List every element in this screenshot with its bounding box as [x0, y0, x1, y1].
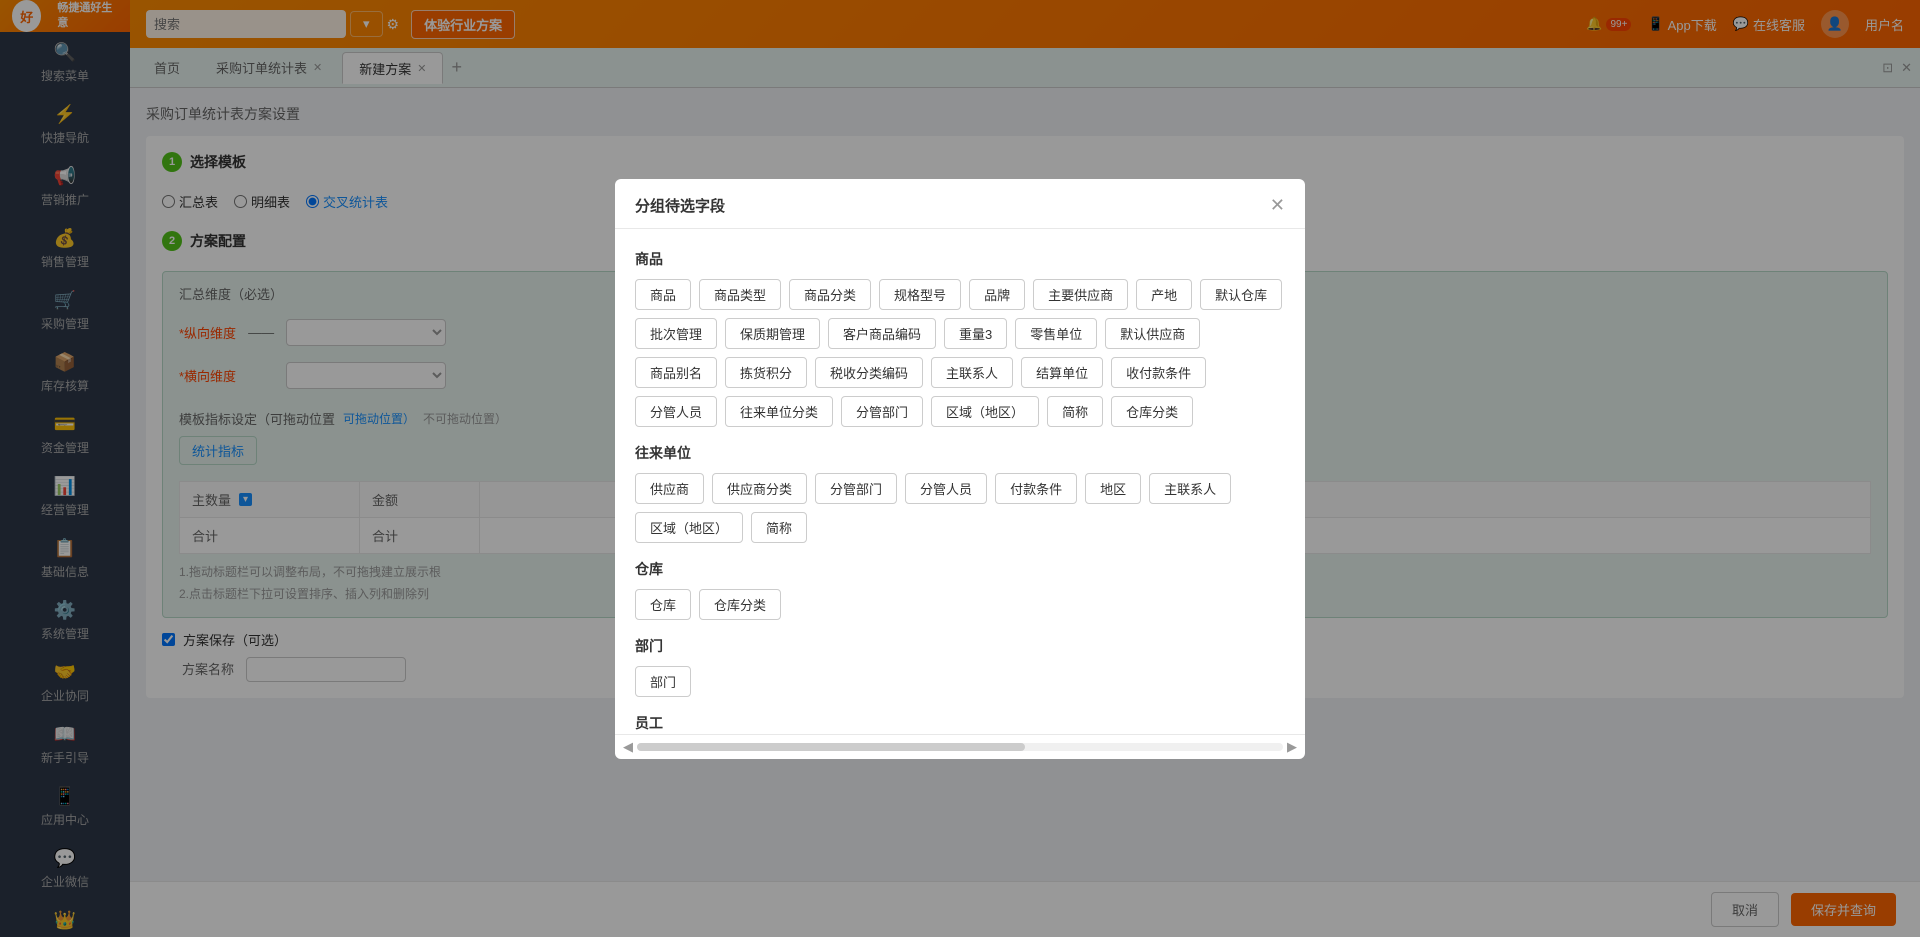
field-tag-brand[interactable]: 品牌 — [969, 279, 1025, 310]
modal-title: 分组待选字段 — [635, 195, 725, 216]
modal-dialog: 分组待选字段 ✕ 商品商品商品类型商品分类规格型号品牌主要供应商产地默认仓库批次… — [615, 179, 1305, 759]
field-tag-payment-terms[interactable]: 收付款条件 — [1111, 357, 1206, 388]
tag-grid-partner: 供应商供应商分类分管部门分管人员付款条件地区主联系人区域（地区） 简称 — [635, 473, 1285, 543]
field-tag-region3[interactable]: 区域（地区） — [635, 512, 743, 543]
field-tag-region[interactable]: 区域（地区） — [931, 396, 1039, 427]
field-tag-manage-dept[interactable]: 分管部门 — [841, 396, 923, 427]
modal-close-icon[interactable]: ✕ — [1270, 195, 1285, 216]
field-tag-goods-category[interactable]: 商品分类 — [789, 279, 871, 310]
field-tag-goods-type[interactable]: 商品类型 — [699, 279, 781, 310]
field-tag-supplier[interactable]: 供应商 — [635, 473, 704, 504]
scroll-thumb — [637, 743, 1025, 751]
field-tag-short-name2[interactable]: 简称 — [751, 512, 807, 543]
tag-grid-dept: 部门 — [635, 666, 1285, 697]
field-tag-short-name[interactable]: 简称 — [1047, 396, 1103, 427]
field-tag-default-supplier[interactable]: 默认供应商 — [1105, 318, 1200, 349]
modal-body: 商品商品商品类型商品分类规格型号品牌主要供应商产地默认仓库批次管理保质期管理客户… — [615, 229, 1305, 734]
field-tag-main-supplier[interactable]: 主要供应商 — [1033, 279, 1128, 310]
field-tag-warehouse-category[interactable]: 仓库分类 — [1111, 396, 1193, 427]
field-tag-region2[interactable]: 地区 — [1085, 473, 1141, 504]
field-tag-goods-score[interactable]: 拣货积分 — [725, 357, 807, 388]
section-title-goods: 商品 — [635, 249, 1285, 269]
field-tag-wh[interactable]: 仓库 — [635, 589, 691, 620]
field-tag-spec-type[interactable]: 规格型号 — [879, 279, 961, 310]
field-tag-goods[interactable]: 商品 — [635, 279, 691, 310]
field-tag-goods-alias[interactable]: 商品别名 — [635, 357, 717, 388]
field-tag-origin-unit-category[interactable]: 往来单位分类 — [725, 396, 833, 427]
scroll-left-btn[interactable]: ◀ — [619, 739, 637, 755]
field-tag-customer-code[interactable]: 客户商品编码 — [828, 318, 936, 349]
field-tag-weight3[interactable]: 重量3 — [944, 318, 1007, 349]
field-tag-settle-unit[interactable]: 结算单位 — [1021, 357, 1103, 388]
scroll-right-btn[interactable]: ▶ — [1283, 739, 1301, 755]
section-title-dept: 部门 — [635, 636, 1285, 656]
field-tag-manage-dept2[interactable]: 分管部门 — [815, 473, 897, 504]
field-tag-retail-unit[interactable]: 零售单位 — [1015, 318, 1097, 349]
field-tag-supplier-category[interactable]: 供应商分类 — [712, 473, 807, 504]
field-tag-main-contact[interactable]: 主联系人 — [931, 357, 1013, 388]
modal-scrollbar: ◀ ▶ — [615, 734, 1305, 759]
field-tag-default-warehouse[interactable]: 默认仓库 — [1200, 279, 1282, 310]
field-tag-manage-person[interactable]: 分管人员 — [905, 473, 987, 504]
field-tag-origin[interactable]: 产地 — [1136, 279, 1192, 310]
field-tag-main-contact2[interactable]: 主联系人 — [1149, 473, 1231, 504]
modal-header: 分组待选字段 ✕ — [615, 179, 1305, 229]
field-tag-manager[interactable]: 分管人员 — [635, 396, 717, 427]
section-title-partner: 往来单位 — [635, 443, 1285, 463]
field-tag-pay-terms[interactable]: 付款条件 — [995, 473, 1077, 504]
field-tag-batch-mgmt[interactable]: 批次管理 — [635, 318, 717, 349]
field-tag-wh-category[interactable]: 仓库分类 — [699, 589, 781, 620]
field-tag-dept-field[interactable]: 部门 — [635, 666, 691, 697]
section-title-warehouse: 仓库 — [635, 559, 1285, 579]
tag-grid-goods: 商品商品类型商品分类规格型号品牌主要供应商产地默认仓库批次管理保质期管理客户商品… — [635, 279, 1285, 427]
field-tag-tax-code[interactable]: 税收分类编码 — [815, 357, 923, 388]
tag-grid-warehouse: 仓库仓库分类 — [635, 589, 1285, 620]
field-tag-quality-mgmt[interactable]: 保质期管理 — [725, 318, 820, 349]
scroll-track — [637, 743, 1283, 751]
section-title-staff: 员工 — [635, 713, 1285, 733]
